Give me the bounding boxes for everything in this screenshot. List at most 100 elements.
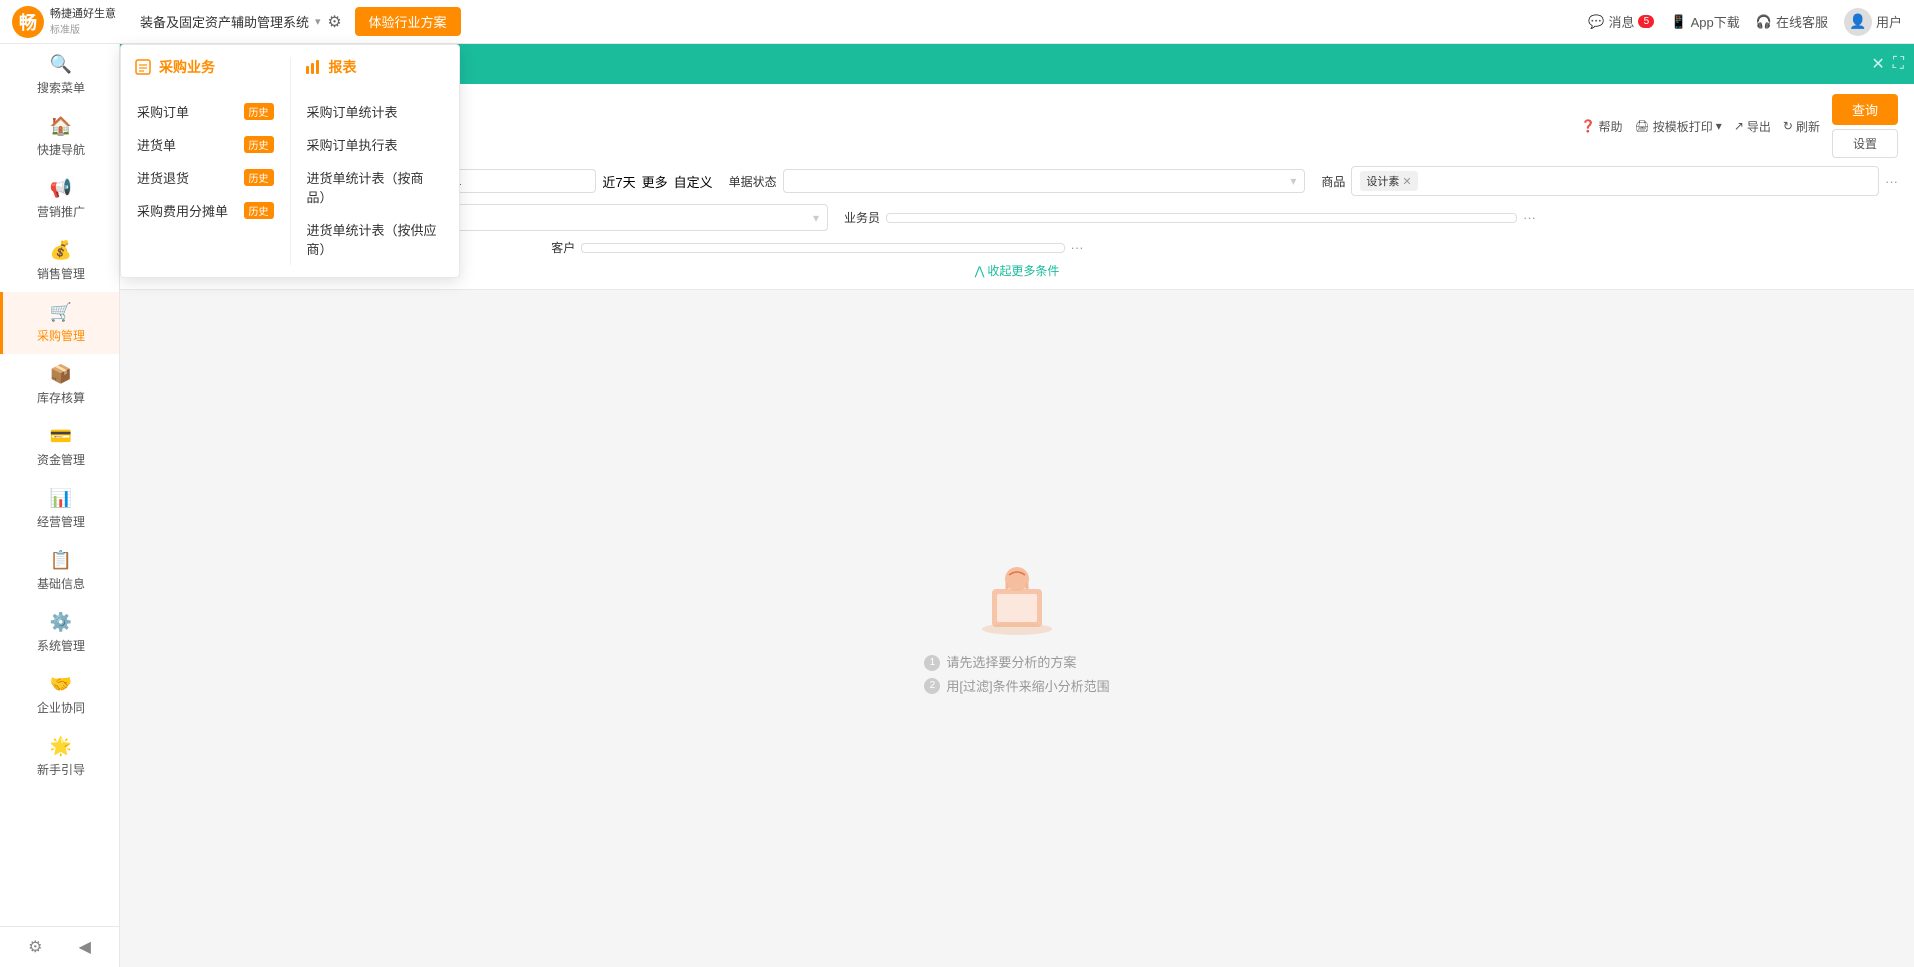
staff-input[interactable] (886, 213, 1517, 223)
staff-more-btn[interactable]: ··· (1523, 210, 1536, 225)
sidebar-label-marketing: 营销推广 (37, 203, 85, 220)
enterprise-icon: 🤝 (50, 674, 72, 695)
purchase-expense-label: 采购费用分摊单 (137, 201, 228, 220)
sidebar-item-operation[interactable]: 📊 经营管理 (0, 478, 119, 540)
basic-icon: 📋 (50, 550, 72, 571)
receive-stat-supplier-label: 进货单统计表（按供应商） (307, 220, 444, 258)
empty-tip-2-text: 用[过滤]条件来缩小分析范围 (946, 675, 1109, 698)
dropdown-item-receive-stat-goods[interactable]: 进货单统计表（按商品） (303, 161, 448, 213)
print-btn[interactable]: 🖨 按模板打印 ▾ (1635, 118, 1722, 135)
sidebar-item-guide[interactable]: 🌟 新手引导 (0, 726, 119, 788)
date-custom[interactable]: 自定义 (674, 172, 713, 191)
purchase-return-label: 进货退货 (137, 168, 189, 187)
guide-icon: 🌟 (50, 736, 72, 757)
goods-tag-close[interactable]: ✕ (1402, 175, 1411, 188)
goods-more-btn[interactable]: ··· (1885, 174, 1898, 189)
purchase-order-history: 历史 (244, 103, 274, 120)
industry-button[interactable]: 体验行业方案 (355, 7, 461, 36)
query-button[interactable]: 查询 (1832, 94, 1898, 125)
logo-text-area: 畅捷通好生意 标准版 (50, 7, 116, 36)
sidebar-item-quick-nav[interactable]: 🏠 快捷导航 (0, 106, 119, 168)
dropdown-item-purchase-expense[interactable]: 采购费用分摊单 历史 (133, 194, 278, 227)
purchase-order-stat-label: 采购订单统计表 (307, 102, 398, 121)
sidebar-bottom: ⚙ ◀ (0, 926, 119, 967)
customer-more-btn[interactable]: ··· (1071, 240, 1084, 255)
headset-icon: 🎧 (1756, 14, 1772, 30)
empty-icon (967, 559, 1067, 639)
date-7days[interactable]: 近7天 (602, 172, 635, 191)
message-badge: 5 (1638, 15, 1654, 28)
filter-group-customer: 客户 ··· (551, 239, 1083, 256)
user-avatar: 👤 (1844, 8, 1872, 36)
user-label: 用户 (1876, 12, 1902, 31)
goods-input[interactable]: 设计素 ✕ (1351, 166, 1879, 196)
sidebar-collapse-btn[interactable]: ◀ (79, 937, 91, 957)
sidebar-item-search[interactable]: 🔍 搜索菜单 (0, 44, 119, 106)
empty-tip-1: 1 请先选择要分析的方案 (924, 651, 1109, 674)
main-content: 1 请先选择要分析的方案 2 用[过滤]条件来缩小分析范围 (120, 290, 1914, 967)
dropdown-item-purchase-order-exec[interactable]: 采购订单执行表 (303, 128, 448, 161)
tab-right-btns: ✕ ⛶ (1861, 54, 1914, 74)
customer-input[interactable] (581, 243, 1064, 253)
report-col-icon (303, 57, 323, 77)
date-more[interactable]: 更多 (642, 172, 668, 191)
sidebar-item-basic[interactable]: 📋 基础信息 (0, 540, 119, 602)
receive-stat-goods-label: 进货单统计表（按商品） (307, 168, 444, 206)
dropdown-item-purchase-return[interactable]: 进货退货 历史 (133, 161, 278, 194)
filter-group-voucher-status: 单据状态 ▾ (729, 169, 1306, 193)
sidebar-label-finance: 资金管理 (37, 451, 85, 468)
inventory-icon: 📦 (50, 364, 72, 385)
sidebar-item-enterprise[interactable]: 🤝 企业协同 (0, 664, 119, 726)
sidebar-item-marketing[interactable]: 📢 营销推广 (0, 168, 119, 230)
message-btn[interactable]: 💬 消息 5 (1588, 12, 1654, 31)
export-btn[interactable]: ↗ 导出 (1734, 118, 1771, 135)
collapse-text: 收起更多条件 (987, 262, 1059, 279)
sidebar-item-system[interactable]: ⚙️ 系统管理 (0, 602, 119, 664)
purchase-col-title-text: 采购业务 (159, 57, 215, 77)
dropdown-item-purchase-order[interactable]: 采购订单 历史 (133, 95, 278, 128)
voucher-status-label: 单据状态 (729, 173, 777, 190)
sidebar-label-sales: 销售管理 (37, 265, 85, 282)
sidebar-label-system: 系统管理 (37, 637, 85, 654)
sidebar-label-basic: 基础信息 (37, 575, 85, 592)
dropdown-item-purchase-receive[interactable]: 进货单 历史 (133, 128, 278, 161)
operation-icon: 📊 (50, 488, 72, 509)
customer-label: 客户 (551, 239, 575, 256)
filter-group-goods: 商品 设计素 ✕ ··· (1321, 166, 1898, 196)
rank-arrow: ▾ (813, 211, 819, 225)
sidebar-label-search: 搜索菜单 (37, 79, 85, 96)
settings-btn[interactable]: ⚙ (321, 8, 349, 36)
sidebar-item-purchase[interactable]: 🛒 采购管理 (0, 292, 119, 354)
sidebar-item-sales[interactable]: 💰 销售管理 (0, 230, 119, 292)
dropdown-item-purchase-order-stat[interactable]: 采购订单统计表 (303, 95, 448, 128)
sidebar-label-guide: 新手引导 (37, 761, 85, 778)
sidebar-item-inventory[interactable]: 📦 库存核算 (0, 354, 119, 416)
help-btn[interactable]: ❓ 帮助 (1581, 118, 1623, 135)
sidebar-label-enterprise: 企业协同 (37, 699, 85, 716)
sidebar-label-inventory: 库存核算 (37, 389, 85, 406)
app-download-btn[interactable]: 📱 App下载 (1670, 12, 1739, 31)
sidebar: 🔍 搜索菜单 🏠 快捷导航 📢 营销推广 💰 销售管理 🛒 采购管理 📦 库存核… (0, 44, 120, 967)
sidebar-item-finance[interactable]: 💳 资金管理 (0, 416, 119, 478)
purchase-col: 采购业务 采购订单 历史 进货单 历史 进货退货 历史 采购费用分摊单 历史 (121, 57, 290, 265)
purchase-order-exec-label: 采购订单执行表 (307, 135, 398, 154)
settings-button[interactable]: 设置 (1832, 129, 1898, 158)
online-service-btn[interactable]: 🎧 在线客服 (1756, 12, 1828, 31)
purchase-receive-label: 进货单 (137, 135, 176, 154)
user-btn[interactable]: 👤 用户 (1844, 8, 1902, 36)
logo-area: 畅 畅捷通好生意 标准版 (12, 6, 132, 38)
tab-close-window-icon[interactable]: ✕ (1871, 54, 1884, 74)
voucher-status-input[interactable]: ▾ (783, 169, 1306, 193)
app-download-label: App下载 (1691, 12, 1740, 31)
home-icon: 🏠 (50, 116, 72, 137)
sidebar-label-quick-nav: 快捷导航 (37, 141, 85, 158)
sidebar-settings-btn[interactable]: ⚙ (28, 937, 42, 957)
voucher-status-arrow: ▾ (1290, 174, 1296, 188)
dropdown-item-receive-stat-supplier[interactable]: 进货单统计表（按供应商） (303, 213, 448, 265)
online-service-label: 在线客服 (1776, 12, 1828, 31)
empty-tip-1-text: 请先选择要分析的方案 (946, 651, 1076, 674)
tab-expand-icon[interactable]: ⛶ (1893, 55, 1904, 73)
refresh-btn[interactable]: ↻ 刷新 (1783, 118, 1820, 135)
phone-icon: 📱 (1670, 14, 1686, 30)
report-col: 报表 采购订单统计表 采购订单执行表 进货单统计表（按商品） 进货单统计表（按供… (290, 57, 460, 265)
